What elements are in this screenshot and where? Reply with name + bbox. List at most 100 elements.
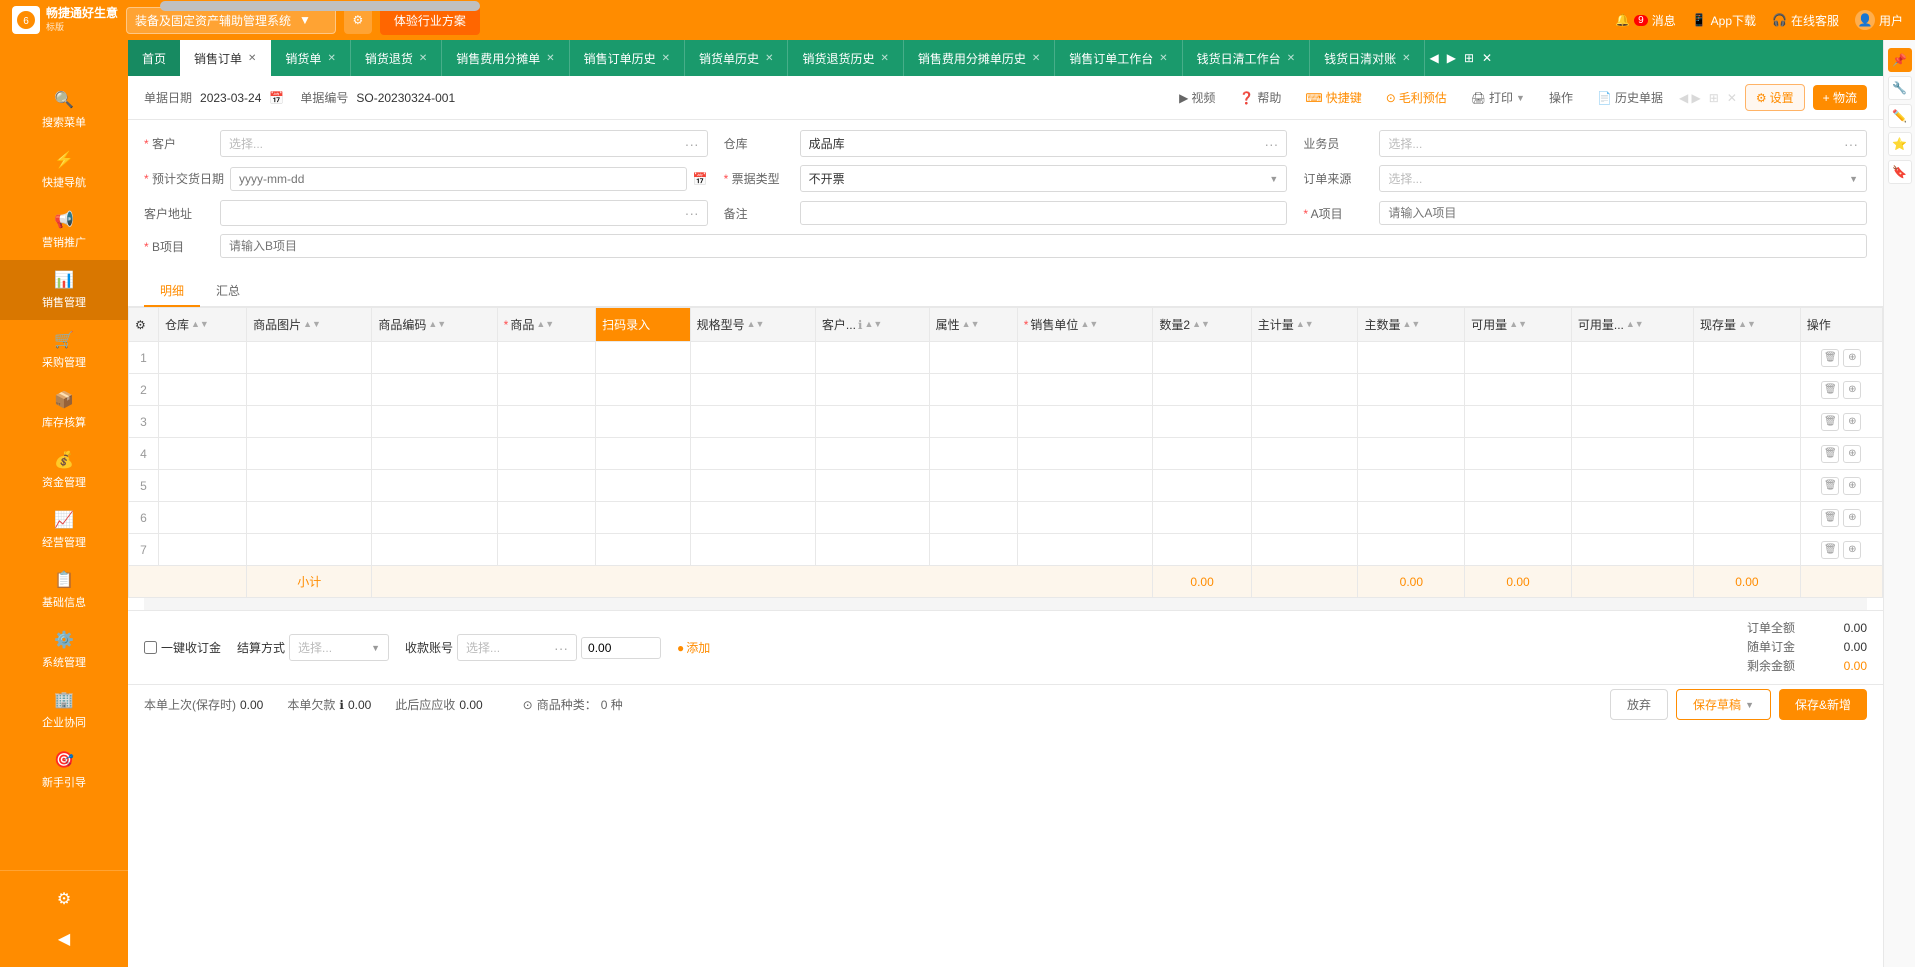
- calendar-icon[interactable]: 📅: [269, 91, 284, 105]
- staff-dots[interactable]: ···: [1844, 136, 1858, 152]
- row-attr-1[interactable]: [929, 342, 1017, 374]
- row-available-7[interactable]: [1465, 534, 1572, 566]
- remark-input[interactable]: [800, 201, 1288, 225]
- add-material-btn[interactable]: + 物流: [1813, 85, 1867, 110]
- pay-method-select[interactable]: 选择... ▼: [289, 634, 389, 661]
- row-main-unit-2[interactable]: [1251, 374, 1358, 406]
- tab-sales-refund[interactable]: 销货退货 ✕: [351, 40, 442, 76]
- a-project-input[interactable]: [1379, 201, 1867, 225]
- row-barcode-3[interactable]: [596, 406, 691, 438]
- row-main-unit-1[interactable]: [1251, 342, 1358, 374]
- row-copy-4[interactable]: ⊕: [1843, 445, 1861, 463]
- th-available[interactable]: 可用量▲▼: [1465, 308, 1572, 342]
- row-qty2-4[interactable]: [1153, 438, 1251, 470]
- row-warehouse-6[interactable]: [159, 502, 247, 534]
- sidebar-item-marketing[interactable]: 📢 营销推广: [0, 200, 128, 260]
- save-new-button[interactable]: 保存&新增: [1779, 689, 1867, 720]
- horizontal-scrollbar[interactable]: [144, 598, 1867, 610]
- view-btn[interactable]: ▶ 视频: [1171, 86, 1223, 109]
- row-main-unit-6[interactable]: [1251, 502, 1358, 534]
- sidebar-item-operations[interactable]: 📈 经营管理: [0, 500, 128, 560]
- close-refund-history-tab[interactable]: ✕: [880, 53, 888, 64]
- close-reconcile-tab[interactable]: ✕: [1402, 53, 1410, 64]
- row-code-7[interactable]: [372, 534, 497, 566]
- row-code-3[interactable]: [372, 406, 497, 438]
- row-spec-2[interactable]: [690, 374, 815, 406]
- row-image-5[interactable]: [247, 470, 372, 502]
- save-draft-button[interactable]: 保存草稿 ▼: [1676, 689, 1771, 720]
- close-fee-split-tab[interactable]: ✕: [546, 53, 554, 64]
- th-settings[interactable]: ⚙: [129, 308, 159, 342]
- staff-input[interactable]: 选择... ···: [1379, 130, 1867, 157]
- row-copy-3[interactable]: ⊕: [1843, 413, 1861, 431]
- row-barcode-1[interactable]: [596, 342, 691, 374]
- row-main-qty-2[interactable]: [1358, 374, 1465, 406]
- row-attr-5[interactable]: [929, 470, 1017, 502]
- row-product-3[interactable]: [497, 406, 595, 438]
- row-delete-1[interactable]: 🗑: [1821, 349, 1839, 367]
- tab-nav-next[interactable]: ▶: [1443, 51, 1460, 65]
- shortcut-btn[interactable]: ⌨ 快捷键: [1297, 86, 1369, 109]
- row-copy-6[interactable]: ⊕: [1843, 509, 1861, 527]
- row-available-4[interactable]: [1465, 438, 1572, 470]
- sidebar-item-guide[interactable]: 🎯 新手引导: [0, 740, 128, 800]
- row-warehouse-5[interactable]: [159, 470, 247, 502]
- sidebar-item-enterprise[interactable]: 🏢 企业协同: [0, 680, 128, 740]
- close-workbench-tab[interactable]: ✕: [1159, 53, 1167, 64]
- row-stock-3[interactable]: [1694, 406, 1801, 438]
- tab-nav-prev[interactable]: ◀: [1425, 51, 1442, 65]
- tab-cash-daily-workbench[interactable]: 钱货日清工作台 ✕: [1183, 40, 1310, 76]
- row-spec-7[interactable]: [690, 534, 815, 566]
- row-unit-6[interactable]: [1017, 502, 1153, 534]
- sidebar-item-quicknav[interactable]: ⚡ 快捷导航: [0, 140, 128, 200]
- bank-amount-input[interactable]: [581, 637, 661, 659]
- notification-item[interactable]: 🔔 9 消息: [1615, 12, 1676, 29]
- history-btn[interactable]: 📄 历史单据: [1589, 86, 1671, 109]
- row-available2-6[interactable]: [1571, 502, 1693, 534]
- customer-input[interactable]: 选择... ···: [220, 130, 708, 157]
- warehouse-input[interactable]: 成品库 ···: [800, 130, 1288, 157]
- tab-sales-return-history[interactable]: 销货单历史 ✕: [685, 40, 788, 76]
- th-attributes[interactable]: 属性▲▼: [929, 308, 1017, 342]
- row-stock-2[interactable]: [1694, 374, 1801, 406]
- th-stock[interactable]: 现存量▲▼: [1694, 308, 1801, 342]
- row-customer-code-1[interactable]: [815, 342, 929, 374]
- row-unit-7[interactable]: [1017, 534, 1153, 566]
- auto-pay-checkbox[interactable]: [144, 641, 157, 654]
- row-customer-code-6[interactable]: [815, 502, 929, 534]
- row-unit-1[interactable]: [1017, 342, 1153, 374]
- close-fee-history-tab[interactable]: ✕: [1032, 53, 1040, 64]
- row-spec-4[interactable]: [690, 438, 815, 470]
- row-unit-4[interactable]: [1017, 438, 1153, 470]
- th-product-image[interactable]: 商品图片▲▼: [247, 308, 372, 342]
- row-main-unit-3[interactable]: [1251, 406, 1358, 438]
- right-panel-btn-2[interactable]: 🔧: [1888, 76, 1912, 100]
- row-available-1[interactable]: [1465, 342, 1572, 374]
- sidebar-item-purchase[interactable]: 🛒 采购管理: [0, 320, 128, 380]
- right-panel-btn-4[interactable]: ⭐: [1888, 132, 1912, 156]
- row-qty2-7[interactable]: [1153, 534, 1251, 566]
- row-warehouse-1[interactable]: [159, 342, 247, 374]
- discard-button[interactable]: 放弃: [1610, 689, 1668, 720]
- row-available2-5[interactable]: [1571, 470, 1693, 502]
- date-picker-icon[interactable]: 📅: [693, 172, 708, 186]
- user-item[interactable]: 👤 用户: [1855, 10, 1903, 30]
- row-barcode-6[interactable]: [596, 502, 691, 534]
- row-stock-5[interactable]: [1694, 470, 1801, 502]
- row-attr-3[interactable]: [929, 406, 1017, 438]
- row-delete-3[interactable]: 🗑: [1821, 413, 1839, 431]
- sidebar-settings-btn[interactable]: ⚙: [0, 879, 128, 919]
- row-copy-7[interactable]: ⊕: [1843, 541, 1861, 559]
- right-panel-btn-5[interactable]: 🔖: [1888, 160, 1912, 184]
- row-qty2-3[interactable]: [1153, 406, 1251, 438]
- row-delete-2[interactable]: 🗑: [1821, 381, 1839, 399]
- tab-sales-order-history[interactable]: 销售订单历史 ✕: [570, 40, 685, 76]
- row-attr-4[interactable]: [929, 438, 1017, 470]
- row-stock-6[interactable]: [1694, 502, 1801, 534]
- tab-sales-fee-history[interactable]: 销售费用分摊单历史 ✕: [904, 40, 1055, 76]
- row-code-1[interactable]: [372, 342, 497, 374]
- row-main-qty-6[interactable]: [1358, 502, 1465, 534]
- row-code-2[interactable]: [372, 374, 497, 406]
- row-copy-5[interactable]: ⊕: [1843, 477, 1861, 495]
- row-image-3[interactable]: [247, 406, 372, 438]
